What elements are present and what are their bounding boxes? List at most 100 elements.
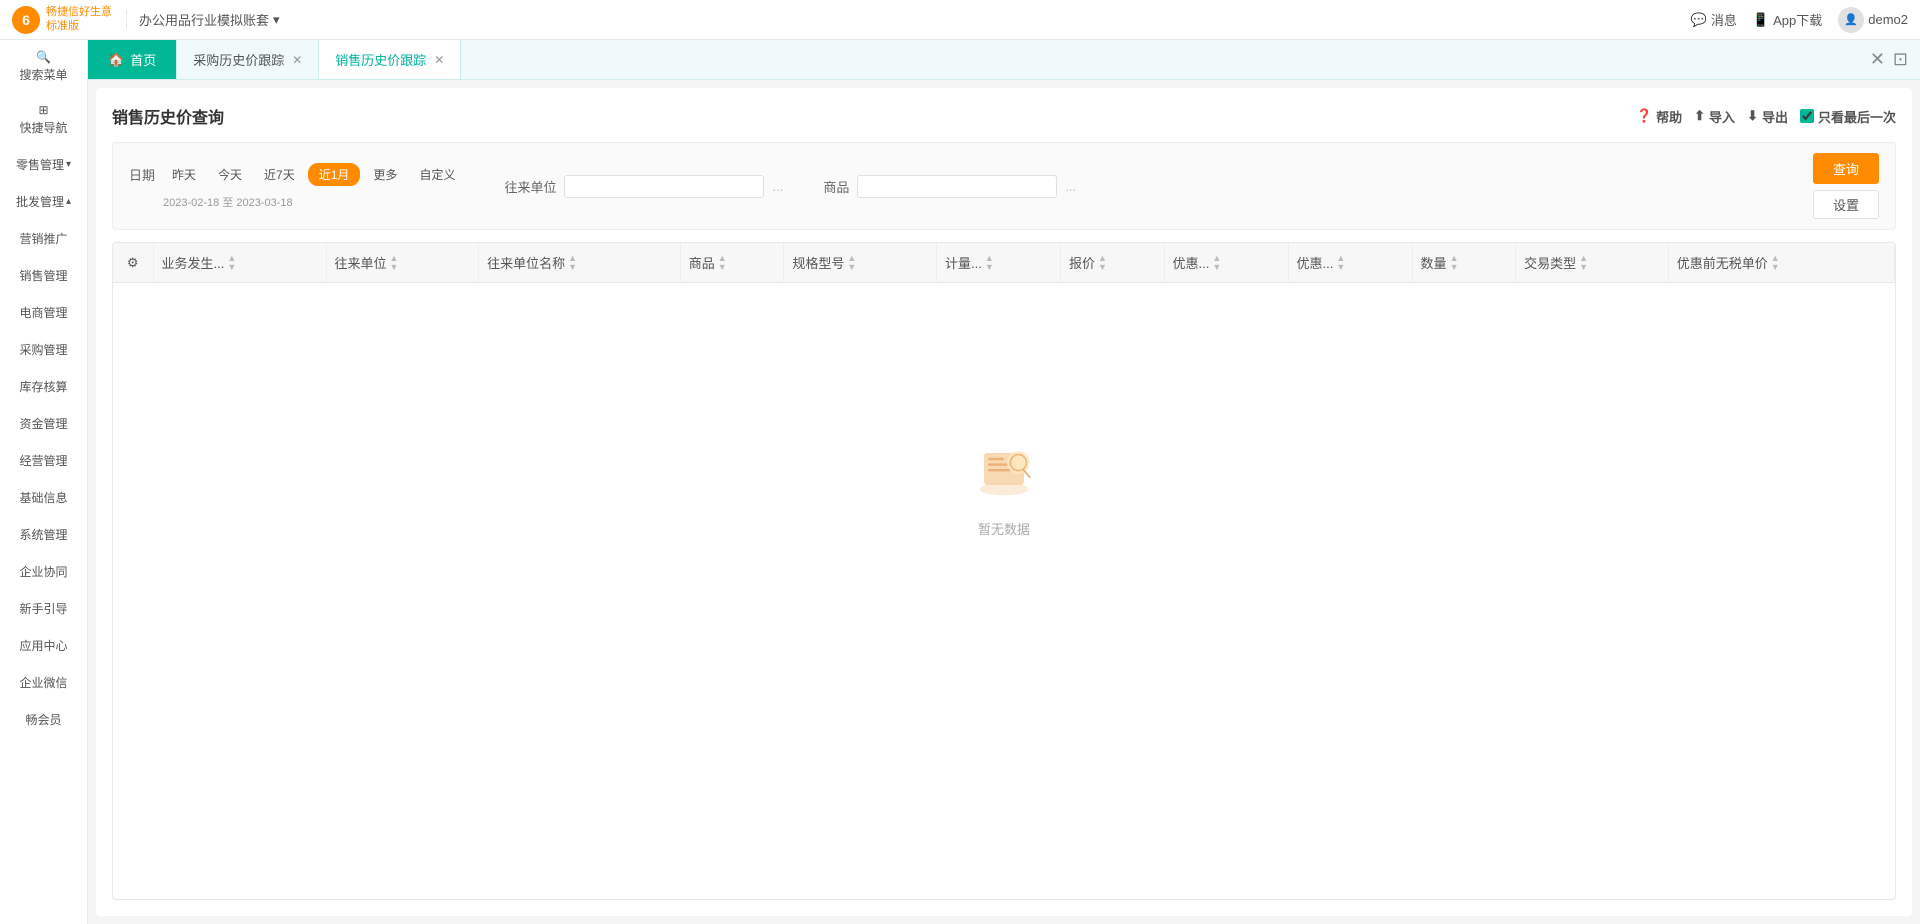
empty-text: 暂无数据 — [978, 519, 1030, 538]
tab-purchase-close[interactable]: ✕ — [292, 53, 302, 67]
top-bar: 6 畅捷信好生意 标准版 办公用品行业模拟账套 ▾ 💬 消息 📱 App下载 👤… — [0, 0, 1920, 40]
export-btn[interactable]: ⬇ 导出 — [1747, 107, 1788, 126]
date-btn-yesterday[interactable]: 昨天 — [163, 163, 205, 186]
gear-icon[interactable]: ⚙ — [127, 255, 139, 270]
sidebar-item-quick-nav[interactable]: ⊞ 快捷导航 — [0, 93, 87, 146]
tab-purchase-history[interactable]: 采购历史价跟踪 ✕ — [177, 40, 319, 79]
settings-button[interactable]: 设置 — [1813, 190, 1879, 219]
date-shortcuts: 昨天 今天 近7天 近1月 更多 自定义 — [163, 163, 464, 186]
download-icon: 📱 — [1753, 12, 1769, 28]
table-header-partner-code[interactable]: 往来单位 ▲▼ — [326, 243, 479, 283]
sidebar-item-wholesale[interactable]: 批发管理 ▴ — [0, 183, 87, 220]
sidebar-item-guide[interactable]: 新手引导 — [0, 590, 87, 627]
chevron-down-icon: ▾ — [66, 159, 71, 170]
sidebar-item-label: 畅会员 — [25, 711, 61, 728]
sidebar-item-label: 新手引导 — [19, 600, 67, 617]
tab-home[interactable]: 🏠 首页 — [88, 40, 177, 79]
table-header-trade-type[interactable]: 交易类型 ▲▼ — [1516, 243, 1669, 283]
tab-maximize-btn[interactable]: ⊡ — [1893, 49, 1908, 70]
sidebar-item-search[interactable]: 🔍 搜索菜单 — [0, 40, 87, 93]
logo-text: 畅捷信好生意 标准版 — [46, 6, 112, 32]
sidebar-item-operations[interactable]: 经营管理 — [0, 442, 87, 479]
sidebar-item-label: 采购管理 — [19, 341, 67, 358]
sidebar-item-finance[interactable]: 资金管理 — [0, 405, 87, 442]
partner-input[interactable] — [564, 175, 764, 198]
sidebar-item-label: 销售管理 — [19, 267, 67, 284]
grid-icon: ⊞ — [38, 103, 48, 117]
user-label: demo2 — [1868, 12, 1908, 27]
sidebar-item-procurement[interactable]: 采购管理 — [0, 331, 87, 368]
message-btn[interactable]: 💬 消息 — [1691, 10, 1737, 29]
table-header-product[interactable]: 商品 ▲▼ — [680, 243, 784, 283]
table-header-discount2[interactable]: 优惠... ▲▼ — [1288, 243, 1412, 283]
product-dots-btn[interactable]: ... — [1065, 179, 1076, 194]
table-header-quantity[interactable]: 数量 ▲▼ — [1412, 243, 1516, 283]
tab-sales-close[interactable]: ✕ — [434, 53, 444, 67]
sidebar-item-inventory[interactable]: 库存核算 — [0, 368, 87, 405]
sidebar-item-label: 搜索菜单 — [19, 66, 67, 83]
date-filter-label: 日期 — [129, 165, 155, 184]
table-header-quoted-price[interactable]: 报价 ▲▼ — [1060, 243, 1164, 283]
table-header-row: ⚙ 业务发生... ▲▼ 往来单位 — [113, 243, 1895, 283]
table-header-discount1[interactable]: 优惠... ▲▼ — [1164, 243, 1288, 283]
table-header-gear[interactable]: ⚙ — [113, 243, 153, 283]
only-last-checkbox[interactable] — [1800, 109, 1814, 123]
app-selector[interactable]: 办公用品行业模拟账套 ▾ — [126, 10, 280, 29]
tab-sales-label: 销售历史价跟踪 — [335, 50, 426, 69]
chevron-up-icon: ▴ — [66, 196, 71, 207]
tab-purchase-label: 采购历史价跟踪 — [193, 50, 284, 69]
only-last-checkbox-label[interactable]: 只看最后一次 — [1800, 107, 1896, 126]
sidebar-item-retail[interactable]: 零售管理 ▾ — [0, 146, 87, 183]
date-btn-today[interactable]: 今天 — [209, 163, 251, 186]
date-btn-more[interactable]: 更多 — [364, 163, 406, 186]
search-icon: 🔍 — [36, 50, 51, 64]
table-header-partner-name[interactable]: 往来单位名称 ▲▼ — [479, 243, 681, 283]
sort-arrows-pretax-price: ▲▼ — [1771, 254, 1780, 272]
page-title-actions: ❓ 帮助 ⬆ 导入 ⬇ 导出 只看最后一次 — [1636, 107, 1896, 126]
sidebar-item-enterprise[interactable]: 企业协同 — [0, 553, 87, 590]
sidebar-item-marketing[interactable]: 营销推广 — [0, 220, 87, 257]
empty-icon — [964, 429, 1044, 509]
sidebar-item-basic-info[interactable]: 基础信息 — [0, 479, 87, 516]
tab-sales-history[interactable]: 销售历史价跟踪 ✕ — [319, 40, 461, 79]
date-btn-last7[interactable]: 近7天 — [255, 163, 304, 186]
date-btn-custom[interactable]: 自定义 — [410, 163, 464, 186]
sidebar-item-label: 库存核算 — [19, 378, 67, 395]
user-avatar-area[interactable]: 👤 demo2 — [1838, 7, 1908, 33]
query-button[interactable]: 查询 — [1813, 153, 1879, 184]
download-label: App下载 — [1773, 10, 1822, 29]
sidebar-item-label: 电商管理 — [19, 304, 67, 321]
app-selector-label: 办公用品行业模拟账套 — [139, 10, 269, 29]
filter-area: 日期 昨天 今天 近7天 近1月 更多 自定义 2023-02-18 至 202… — [112, 142, 1896, 230]
partner-dots-btn[interactable]: ... — [772, 179, 783, 194]
sidebar-item-wechat[interactable]: 企业微信 — [0, 664, 87, 701]
date-btn-last1month[interactable]: 近1月 — [308, 163, 361, 186]
sidebar-item-sales-mgmt[interactable]: 销售管理 — [0, 257, 87, 294]
sidebar-item-label: 营销推广 — [19, 230, 67, 247]
table-header-biz-date[interactable]: 业务发生... ▲▼ — [153, 243, 326, 283]
import-btn[interactable]: ⬆ 导入 — [1694, 107, 1735, 126]
partner-filter-label: 往来单位 — [504, 177, 556, 196]
sidebar-item-member[interactable]: 畅会员 — [0, 701, 87, 738]
product-input[interactable] — [857, 175, 1057, 198]
help-btn[interactable]: ❓ 帮助 — [1636, 107, 1682, 126]
app-download-btn[interactable]: 📱 App下载 — [1753, 10, 1822, 29]
table-header-spec[interactable]: 规格型号 ▲▼ — [784, 243, 937, 283]
message-icon: 💬 — [1691, 12, 1707, 28]
sidebar-item-system[interactable]: 系统管理 — [0, 516, 87, 553]
logo-char: 6 — [22, 12, 30, 28]
sort-arrows-spec: ▲▼ — [847, 254, 856, 272]
sidebar-item-label: 零售管理 — [16, 156, 64, 173]
avatar: 👤 — [1838, 7, 1864, 33]
page-content: 销售历史价查询 ❓ 帮助 ⬆ 导入 ⬇ 导出 — [96, 88, 1912, 916]
sidebar-item-label: 企业微信 — [19, 674, 67, 691]
table-container: ⚙ 业务发生... ▲▼ 往来单位 — [112, 242, 1896, 900]
tab-close-btn[interactable]: ✕ — [1870, 49, 1885, 70]
sidebar-item-ecommerce[interactable]: 电商管理 — [0, 294, 87, 331]
sidebar: 🔍 搜索菜单 ⊞ 快捷导航 零售管理 ▾ 批发管理 ▴ 营销推广 销售管理 电商… — [0, 40, 88, 924]
sidebar-item-app-center[interactable]: 应用中心 — [0, 627, 87, 664]
table-header-unit[interactable]: 计量... ▲▼ — [936, 243, 1060, 283]
main-layout: 🔍 搜索菜单 ⊞ 快捷导航 零售管理 ▾ 批发管理 ▴ 营销推广 销售管理 电商… — [0, 40, 1920, 924]
logo-area: 6 畅捷信好生意 标准版 — [12, 6, 112, 34]
table-header-pretax-price[interactable]: 优惠前无税单价 ▲▼ — [1668, 243, 1894, 283]
